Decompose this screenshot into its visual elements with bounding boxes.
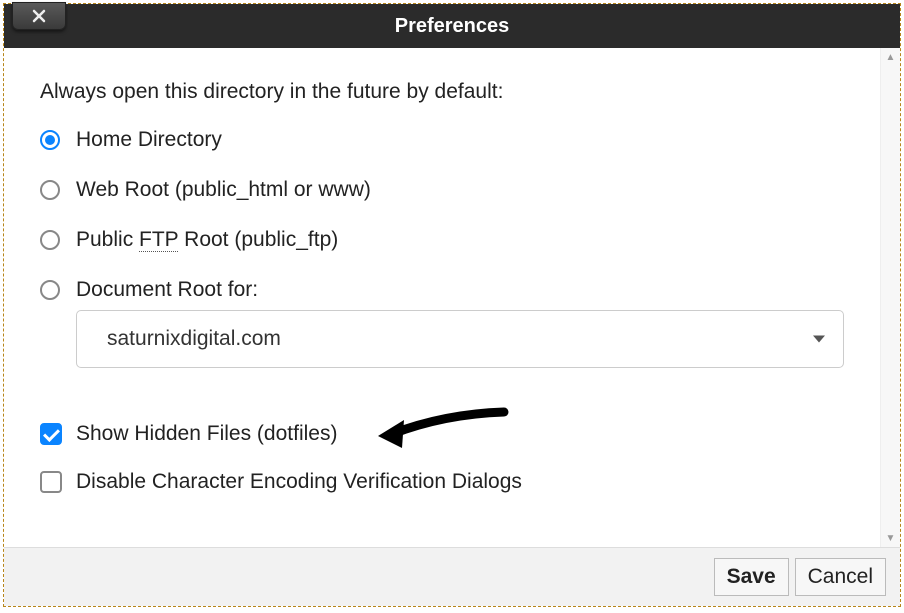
vertical-scrollbar[interactable]: ▲ ▼: [880, 48, 900, 547]
dialog-titlebar: Preferences: [4, 4, 900, 48]
close-button[interactable]: [12, 2, 66, 30]
checkbox-hidden-files-label: Show Hidden Files (dotfiles): [76, 422, 337, 446]
chevron-down-icon: [813, 336, 825, 343]
scroll-up-icon[interactable]: ▲: [881, 48, 900, 66]
dialog-content: Always open this directory in the future…: [4, 48, 880, 547]
dialog-title: Preferences: [395, 15, 510, 38]
default-directory-prompt: Always open this directory in the future…: [40, 80, 844, 104]
checkbox-row-hidden-files[interactable]: Show Hidden Files (dotfiles): [40, 422, 844, 446]
docroot-select[interactable]: saturnixdigital.com: [76, 310, 844, 368]
docroot-select-value: saturnixdigital.com: [107, 327, 281, 351]
close-icon: [32, 9, 46, 23]
radio-home[interactable]: [40, 130, 60, 150]
dialog-footer: Save Cancel: [4, 547, 900, 606]
scroll-down-icon[interactable]: ▼: [881, 529, 900, 547]
cancel-button[interactable]: Cancel: [795, 558, 886, 596]
radio-webroot[interactable]: [40, 180, 60, 200]
radio-ftp-label: Public FTP Root (public_ftp): [76, 228, 338, 252]
radio-home-label: Home Directory: [76, 128, 222, 152]
preferences-dialog: Preferences Always open this directory i…: [3, 3, 901, 607]
checkbox-encoding[interactable]: [40, 471, 62, 493]
radio-docroot[interactable]: [40, 280, 60, 300]
radio-webroot-label: Web Root (public_html or www): [76, 178, 371, 202]
radio-option-home[interactable]: Home Directory: [40, 128, 844, 152]
radio-ftp[interactable]: [40, 230, 60, 250]
checkbox-hidden-files[interactable]: [40, 423, 62, 445]
radio-option-docroot[interactable]: Document Root for:: [40, 278, 844, 302]
checkbox-row-encoding[interactable]: Disable Character Encoding Verification …: [40, 470, 844, 494]
radio-option-webroot[interactable]: Web Root (public_html or www): [40, 178, 844, 202]
radio-option-ftp[interactable]: Public FTP Root (public_ftp): [40, 228, 844, 252]
save-button[interactable]: Save: [714, 558, 789, 596]
radio-docroot-label: Document Root for:: [76, 278, 258, 302]
checkbox-encoding-label: Disable Character Encoding Verification …: [76, 470, 522, 494]
